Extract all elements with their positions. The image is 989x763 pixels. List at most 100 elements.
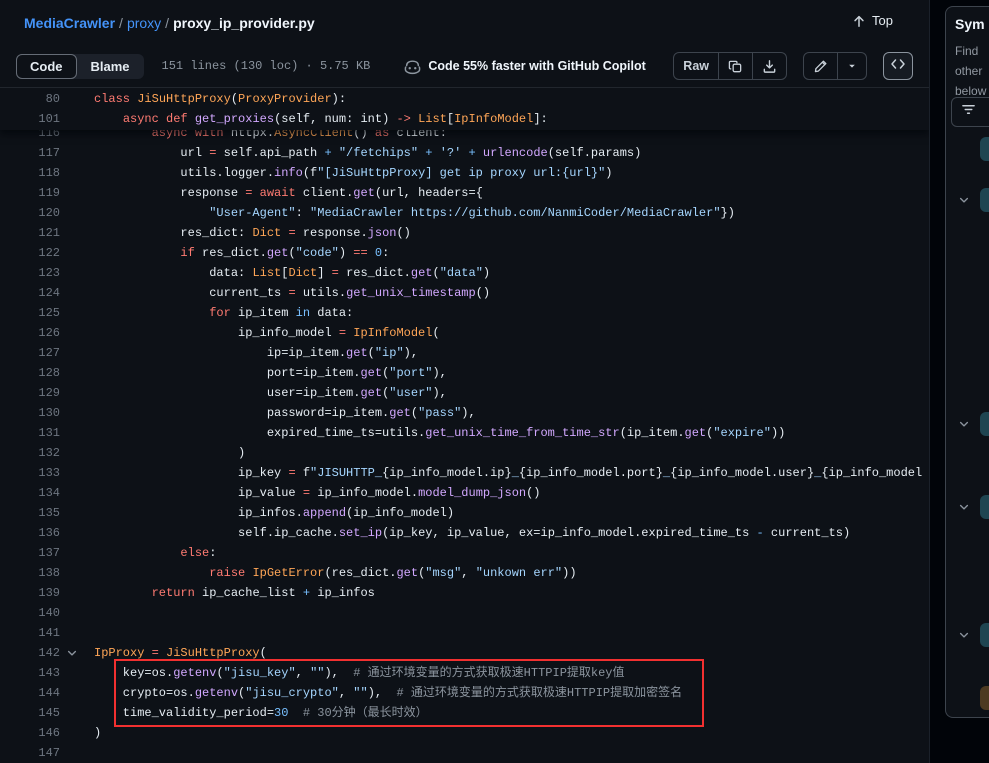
line-number[interactable]: 117 <box>0 143 60 163</box>
edit-button[interactable] <box>804 53 837 79</box>
code-text: data: List[Dict] = res_dict.get("data") <box>60 263 929 283</box>
line-number[interactable]: 124 <box>0 283 60 303</box>
code-line: 139 return ip_cache_list + ip_infos <box>0 583 929 603</box>
tab-blame[interactable]: Blame <box>77 54 144 79</box>
line-number[interactable]: 131 <box>0 423 60 443</box>
line-number[interactable]: 125 <box>0 303 60 323</box>
symbol-pill[interactable] <box>980 623 989 647</box>
line-number[interactable]: 121 <box>0 223 60 243</box>
code-line: 128 port=ip_item.get("port"), <box>0 363 929 383</box>
file-toolbar: Code Blame 151 lines (130 loc) · 5.75 KB… <box>0 45 929 88</box>
code-line: 129 user=ip_item.get("user"), <box>0 383 929 403</box>
code-text: password=ip_item.get("pass"), <box>60 403 929 423</box>
line-number[interactable]: 132 <box>0 443 60 463</box>
copy-raw-button[interactable] <box>718 53 752 79</box>
line-number[interactable]: 134 <box>0 483 60 503</box>
line-number[interactable]: 139 <box>0 583 60 603</box>
line-number[interactable]: 101 <box>0 109 60 129</box>
line-number[interactable]: 144 <box>0 683 60 703</box>
code-text <box>60 743 929 763</box>
line-number[interactable]: 146 <box>0 723 60 743</box>
code-text <box>60 623 929 643</box>
line-number[interactable]: 80 <box>0 89 60 109</box>
line-number[interactable]: 142 <box>0 643 60 663</box>
line-number[interactable]: 123 <box>0 263 60 283</box>
code-text: class JiSuHttpProxy(ProxyProvider): <box>60 89 929 109</box>
code-text: crypto=os.getenv("jisu_crypto", ""), # 通… <box>60 683 929 703</box>
arrow-up-icon <box>852 14 866 28</box>
line-number[interactable]: 126 <box>0 323 60 343</box>
line-number[interactable]: 133 <box>0 463 60 483</box>
symbols-panel-item <box>946 412 989 436</box>
breadcrumb-file-name: proxy_ip_provider.py <box>173 15 315 31</box>
symbol-pill[interactable] <box>980 686 989 710</box>
breadcrumb-folder-link[interactable]: proxy <box>127 15 161 31</box>
line-number[interactable]: 143 <box>0 663 60 683</box>
chevron-down-icon[interactable] <box>958 628 970 646</box>
line-number[interactable]: 145 <box>0 703 60 723</box>
raw-button[interactable]: Raw <box>674 53 718 79</box>
file-info: 151 lines (130 loc) · 5.75 KB <box>162 59 371 73</box>
back-to-top-button[interactable]: Top <box>844 8 901 33</box>
chevron-down-icon[interactable] <box>958 500 970 518</box>
download-icon <box>762 59 777 74</box>
top-button-label: Top <box>872 13 893 28</box>
pencil-icon <box>813 59 828 74</box>
line-number[interactable]: 140 <box>0 603 60 623</box>
line-number[interactable]: 141 <box>0 623 60 643</box>
code-text: current_ts = utils.get_unix_timestamp() <box>60 283 929 303</box>
symbols-panel-item <box>946 495 989 519</box>
line-number[interactable]: 128 <box>0 363 60 383</box>
code-line: 147 <box>0 743 929 763</box>
edit-group <box>803 52 867 80</box>
symbol-pill[interactable] <box>980 188 989 212</box>
code-line: 124 current_ts = utils.get_unix_timestam… <box>0 283 929 303</box>
line-number[interactable]: 119 <box>0 183 60 203</box>
edit-dropdown-button[interactable] <box>837 53 866 79</box>
code-line: 143 key=os.getenv("jisu_key", ""), # 通过环… <box>0 663 929 683</box>
code-text: raise IpGetError(res_dict.get("msg", "un… <box>60 563 929 583</box>
line-number[interactable]: 130 <box>0 403 60 423</box>
line-number[interactable]: 137 <box>0 543 60 563</box>
line-number[interactable]: 120 <box>0 203 60 223</box>
chevron-down-icon[interactable] <box>958 193 970 211</box>
code-line: 131 expired_time_ts=utils.get_unix_time_… <box>0 423 929 443</box>
code-text: if res_dict.get("code") == 0: <box>60 243 929 263</box>
symbol-pill[interactable] <box>980 495 989 519</box>
line-number[interactable]: 118 <box>0 163 60 183</box>
code-text: port=ip_item.get("port"), <box>60 363 929 383</box>
tab-code[interactable]: Code <box>16 54 77 79</box>
line-number[interactable]: 138 <box>0 563 60 583</box>
symbol-pill[interactable] <box>980 412 989 436</box>
copilot-banner[interactable]: Code 55% faster with GitHub Copilot <box>404 58 645 75</box>
code-text: ) <box>60 723 929 743</box>
code-line: 125 for ip_item in data: <box>0 303 929 323</box>
copy-icon <box>728 59 743 74</box>
code-text: return ip_cache_list + ip_infos <box>60 583 929 603</box>
download-button[interactable] <box>752 53 786 79</box>
symbols-panel-description-line: Find <box>955 41 986 61</box>
code-line: 118 utils.logger.info(f"[JiSuHttpProxy] … <box>0 163 929 183</box>
symbols-toggle-button[interactable] <box>883 52 913 80</box>
filter-symbols-button[interactable] <box>951 97 989 127</box>
code-line: 126 ip_info_model = IpInfoModel( <box>0 323 929 343</box>
breadcrumb-repo-link[interactable]: MediaCrawler <box>24 15 115 31</box>
line-number[interactable]: 122 <box>0 243 60 263</box>
code-text: time_validity_period=30 # 30分钟（最长时效） <box>60 703 929 723</box>
code-text: IpProxy = JiSuHttpProxy( <box>60 643 929 663</box>
code-text: response = await client.get(url, headers… <box>60 183 929 203</box>
code-line: 136 self.ip_cache.set_ip(ip_key, ip_valu… <box>0 523 929 543</box>
symbol-pill[interactable] <box>980 137 989 161</box>
line-number[interactable]: 147 <box>0 743 60 763</box>
code-text: async def get_proxies(self, num: int) ->… <box>60 109 929 129</box>
breadcrumb: MediaCrawler/proxy/proxy_ip_provider.py <box>24 15 315 31</box>
chevron-down-icon[interactable] <box>958 417 970 435</box>
code-lines: 116 async with httpx.AsyncClient() as cl… <box>0 88 929 763</box>
breadcrumb-separator: / <box>161 15 173 31</box>
line-number[interactable]: 136 <box>0 523 60 543</box>
line-number[interactable]: 129 <box>0 383 60 403</box>
code-line: 80class JiSuHttpProxy(ProxyProvider): <box>0 89 929 109</box>
line-number[interactable]: 127 <box>0 343 60 363</box>
line-number[interactable]: 135 <box>0 503 60 523</box>
caret-down-icon <box>847 61 857 71</box>
